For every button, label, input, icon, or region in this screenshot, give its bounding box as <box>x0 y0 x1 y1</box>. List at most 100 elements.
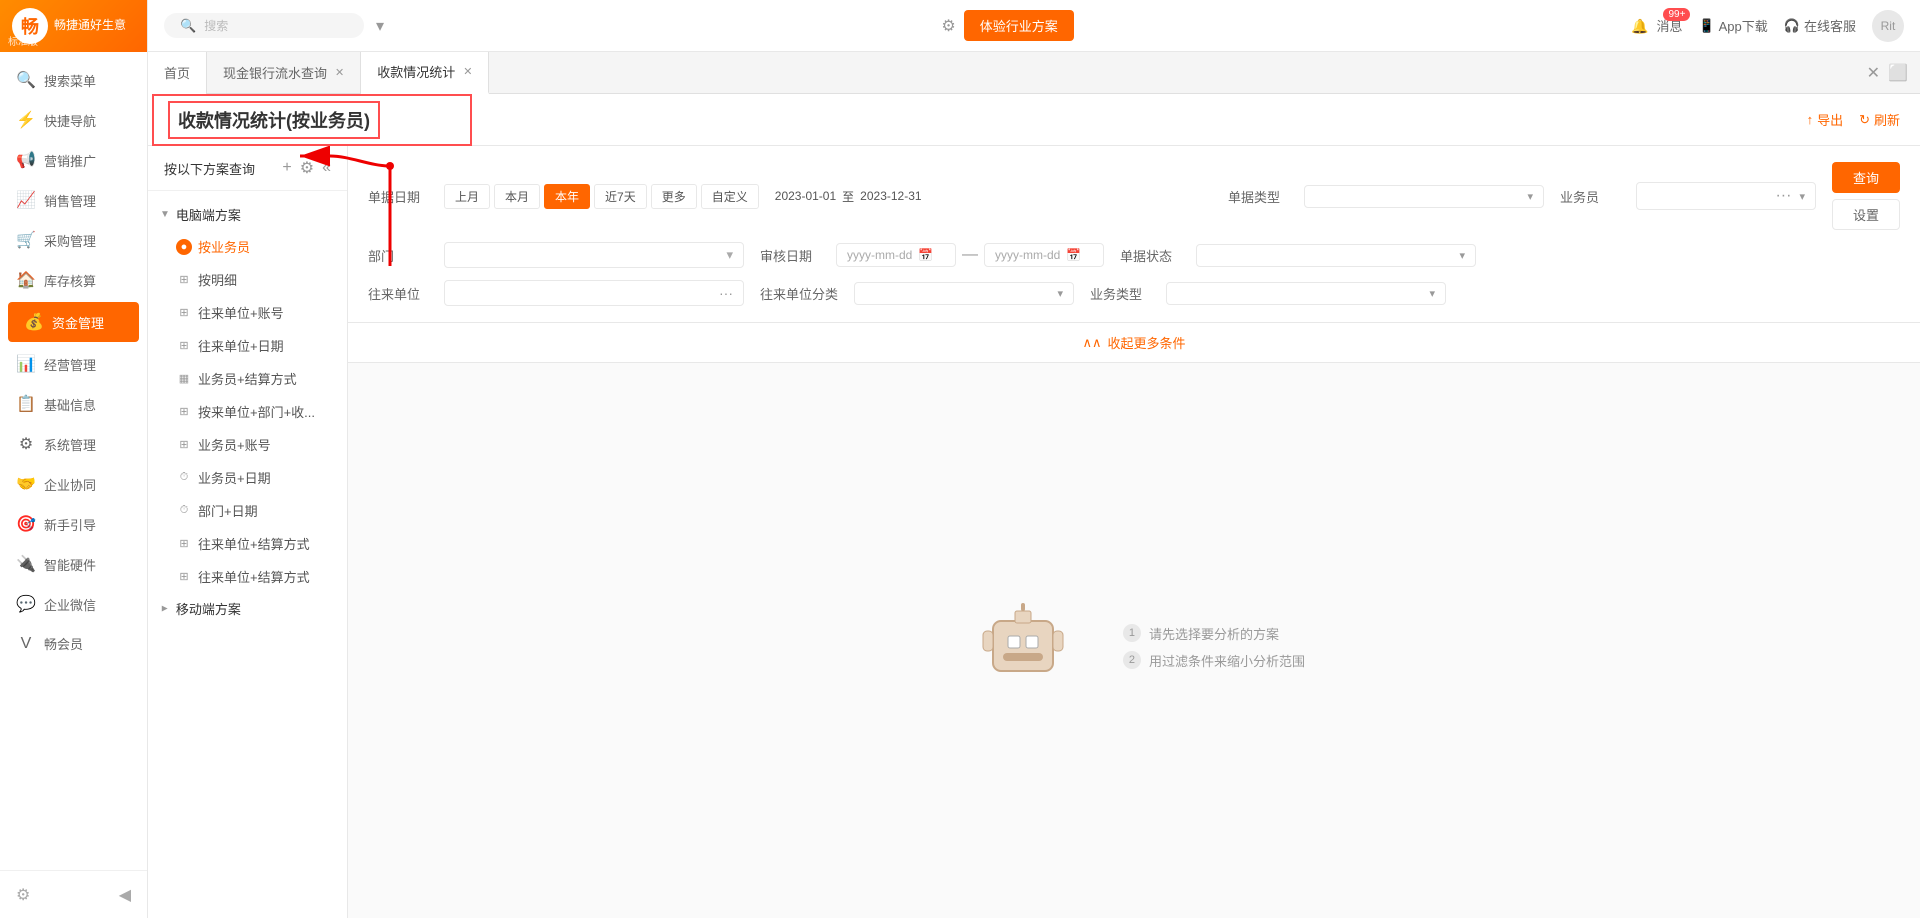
member-icon: V <box>16 635 36 653</box>
plan-group-pc[interactable]: ▼ 电脑端方案 <box>148 199 347 230</box>
plan-item-label: 业务员+结算方式 <box>198 369 297 388</box>
plan-item-staff-account[interactable]: ⊞ 业务员+账号 <box>148 428 347 461</box>
staff-more-icon[interactable]: ··· <box>1771 187 1795 205</box>
audit-to-placeholder: yyyy-mm-dd <box>995 248 1060 262</box>
online-service-link[interactable]: 🎧 在线客服 <box>1784 16 1856 35</box>
status-select[interactable]: ▾ <box>1196 244 1476 267</box>
audit-date-to[interactable]: yyyy-mm-dd 📅 <box>984 243 1104 267</box>
header-right: 🔔 99+ 消息 📱 App下载 🎧 在线客服 Rit <box>1631 10 1904 42</box>
plan-item-unit-dept[interactable]: ⊞ 按来单位+部门+收... <box>148 395 347 428</box>
unit-input[interactable]: ··· <box>444 280 744 306</box>
plan-item-by-detail[interactable]: ⊞ 按明细 <box>148 263 347 296</box>
search-icon: 🔍 <box>180 18 196 34</box>
collapse-bar[interactable]: ∧∧ 收起更多条件 <box>348 323 1920 363</box>
audit-date-from[interactable]: yyyy-mm-dd 📅 <box>836 243 956 267</box>
plan-item-staff-settle[interactable]: ▦ 业务员+结算方式 <box>148 362 347 395</box>
sidebar-item-system[interactable]: ⚙ 系统管理 <box>0 424 147 464</box>
message-button[interactable]: 🔔 99+ 消息 <box>1631 16 1682 35</box>
sidebar-item-label: 系统管理 <box>44 435 96 454</box>
dept-input[interactable]: ▾ <box>444 242 744 268</box>
export-button[interactable]: ↑ 导出 <box>1807 110 1844 129</box>
plan-item-label: 业务员+日期 <box>198 468 271 487</box>
staff-select[interactable]: ··· ▾ <box>1636 182 1816 210</box>
expand-arrow-icon: ▼ <box>160 209 170 220</box>
tab-bank-flow[interactable]: 现金银行流水查询 ✕ <box>207 52 361 94</box>
sidebar-item-basic-info[interactable]: 📋 基础信息 <box>0 384 147 424</box>
user-avatar[interactable]: Rit <box>1872 10 1904 42</box>
sidebar-item-marketing[interactable]: 📢 营销推广 <box>0 140 147 180</box>
staff-chevron-icon: ▾ <box>1799 190 1805 203</box>
sidebar-item-member[interactable]: V 畅会员 <box>0 624 147 663</box>
sidebar-item-quick-nav[interactable]: ⚡ 快捷导航 <box>0 100 147 140</box>
app-logo: 畅 畅捷通好生意 标准版 <box>0 0 147 52</box>
staff-settle-icon: ▦ <box>176 371 192 387</box>
settings-footer-icon[interactable]: ⚙ <box>16 885 30 905</box>
biz-type-select[interactable]: ▾ <box>1166 282 1446 305</box>
date-tab-this-month[interactable]: 本月 <box>494 184 540 209</box>
maximize-window-icon[interactable]: ⬜ <box>1888 63 1908 83</box>
search-icon: 🔍 <box>16 70 36 90</box>
unit-category-label: 往来单位分类 <box>760 284 838 303</box>
global-search[interactable]: 🔍 搜索 <box>164 13 364 38</box>
sidebar-item-wechat[interactable]: 💬 企业微信 <box>0 584 147 624</box>
tab-home[interactable]: 首页 <box>148 52 207 94</box>
plan-item-unit-date[interactable]: ⊞ 往来单位+日期 <box>148 329 347 362</box>
settings-button[interactable]: 设置 <box>1832 199 1900 230</box>
query-button[interactable]: 查询 <box>1832 162 1900 193</box>
sidebar-item-hardware[interactable]: 🔌 智能硬件 <box>0 544 147 584</box>
panel-header-label: 按以下方案查询 <box>164 159 255 178</box>
sidebar-item-sales[interactable]: 📈 销售管理 <box>0 180 147 220</box>
plan-item-label: 往来单位+账号 <box>198 303 284 322</box>
add-plan-icon[interactable]: + <box>282 159 291 177</box>
unit-more-icon[interactable]: ··· <box>719 285 733 301</box>
plan-item-unit-account[interactable]: ⊞ 往来单位+账号 <box>148 296 347 329</box>
plan-item-dept-date[interactable]: ⏱ 部门+日期 <box>148 494 347 527</box>
main-empty-content: 1 请先选择要分析的方案 2 用过滤条件来缩小分析范围 <box>348 363 1920 918</box>
date-tab-this-year[interactable]: 本年 <box>544 184 590 209</box>
sidebar-item-operations[interactable]: 📊 经营管理 <box>0 344 147 384</box>
date-tab-custom[interactable]: 自定义 <box>701 184 759 209</box>
plan-group-mobile[interactable]: ▼ 移动端方案 <box>148 593 347 624</box>
unit-category-select[interactable]: ▾ <box>854 282 1074 305</box>
purchase-icon: 🛒 <box>16 230 36 250</box>
tab-bank-flow-close[interactable]: ✕ <box>335 66 344 79</box>
date-tab-last-month[interactable]: 上月 <box>444 184 490 209</box>
collapse-sidebar-icon[interactable]: ◀ <box>119 885 131 905</box>
sidebar-item-label: 企业微信 <box>44 595 96 614</box>
date-from: 2023-01-01 <box>775 189 836 203</box>
dropdown-icon[interactable]: ▾ <box>376 16 384 36</box>
sidebar-item-guide[interactable]: 🎯 新手引导 <box>0 504 147 544</box>
refresh-button[interactable]: ↻ 刷新 <box>1859 110 1900 129</box>
date-to: 2023-12-31 <box>860 189 921 203</box>
date-tab-7days[interactable]: 近7天 <box>594 184 647 209</box>
date-tab-more[interactable]: 更多 <box>651 184 697 209</box>
close-window-icon[interactable]: ✕ <box>1867 63 1880 83</box>
plan-item-by-staff[interactable]: ● 按业务员 <box>148 230 347 263</box>
tip-num-1: 1 <box>1123 624 1141 642</box>
sidebar-item-purchase[interactable]: 🛒 采购管理 <box>0 220 147 260</box>
plan-item-label: 往来单位+结算方式 <box>198 567 310 586</box>
sidebar-item-inventory[interactable]: 🏠 库存核算 <box>0 260 147 300</box>
sidebar-item-label: 新手引导 <box>44 515 96 534</box>
tab-collection-stats[interactable]: 收款情况统计 ✕ <box>361 52 489 94</box>
expand-arrow-mobile-icon: ▼ <box>159 604 170 614</box>
calendar-from-icon: 📅 <box>918 248 933 262</box>
top-header: 🔍 搜索 ▾ ⚙ 体验行业方案 🔔 99+ 消息 📱 App下载 🎧 在线客服 <box>148 0 1920 52</box>
plan-item-staff-date[interactable]: ⏱ 业务员+日期 <box>148 461 347 494</box>
tab-collection-stats-close[interactable]: ✕ <box>463 65 472 78</box>
filter-area: 单据日期 上月 本月 本年 近7天 更多 自定义 2023-01-01 至 20… <box>348 146 1920 323</box>
sidebar-item-search[interactable]: 🔍 搜索菜单 <box>0 60 147 100</box>
plan-item-label: 往来单位+结算方式 <box>198 534 310 553</box>
sidebar-item-finance[interactable]: 💰 资金管理 <box>8 302 139 342</box>
calendar-to-icon: 📅 <box>1066 248 1081 262</box>
settings-icon[interactable]: ⚙ <box>941 16 955 36</box>
collapse-up-icon: ∧∧ <box>1082 335 1101 351</box>
collapse-panel-icon[interactable]: « <box>322 159 331 177</box>
sidebar-item-enterprise[interactable]: 🤝 企业协同 <box>0 464 147 504</box>
gear-plan-icon[interactable]: ⚙ <box>300 158 314 178</box>
plan-item-unit-settle2[interactable]: ⊞ 往来单位+结算方式 <box>148 560 347 593</box>
plan-item-unit-settle1[interactable]: ⊞ 往来单位+结算方式 <box>148 527 347 560</box>
type-select[interactable]: ▾ <box>1304 185 1544 208</box>
industry-solution-button[interactable]: 体验行业方案 <box>964 10 1074 41</box>
app-download-link[interactable]: 📱 App下载 <box>1698 16 1767 35</box>
